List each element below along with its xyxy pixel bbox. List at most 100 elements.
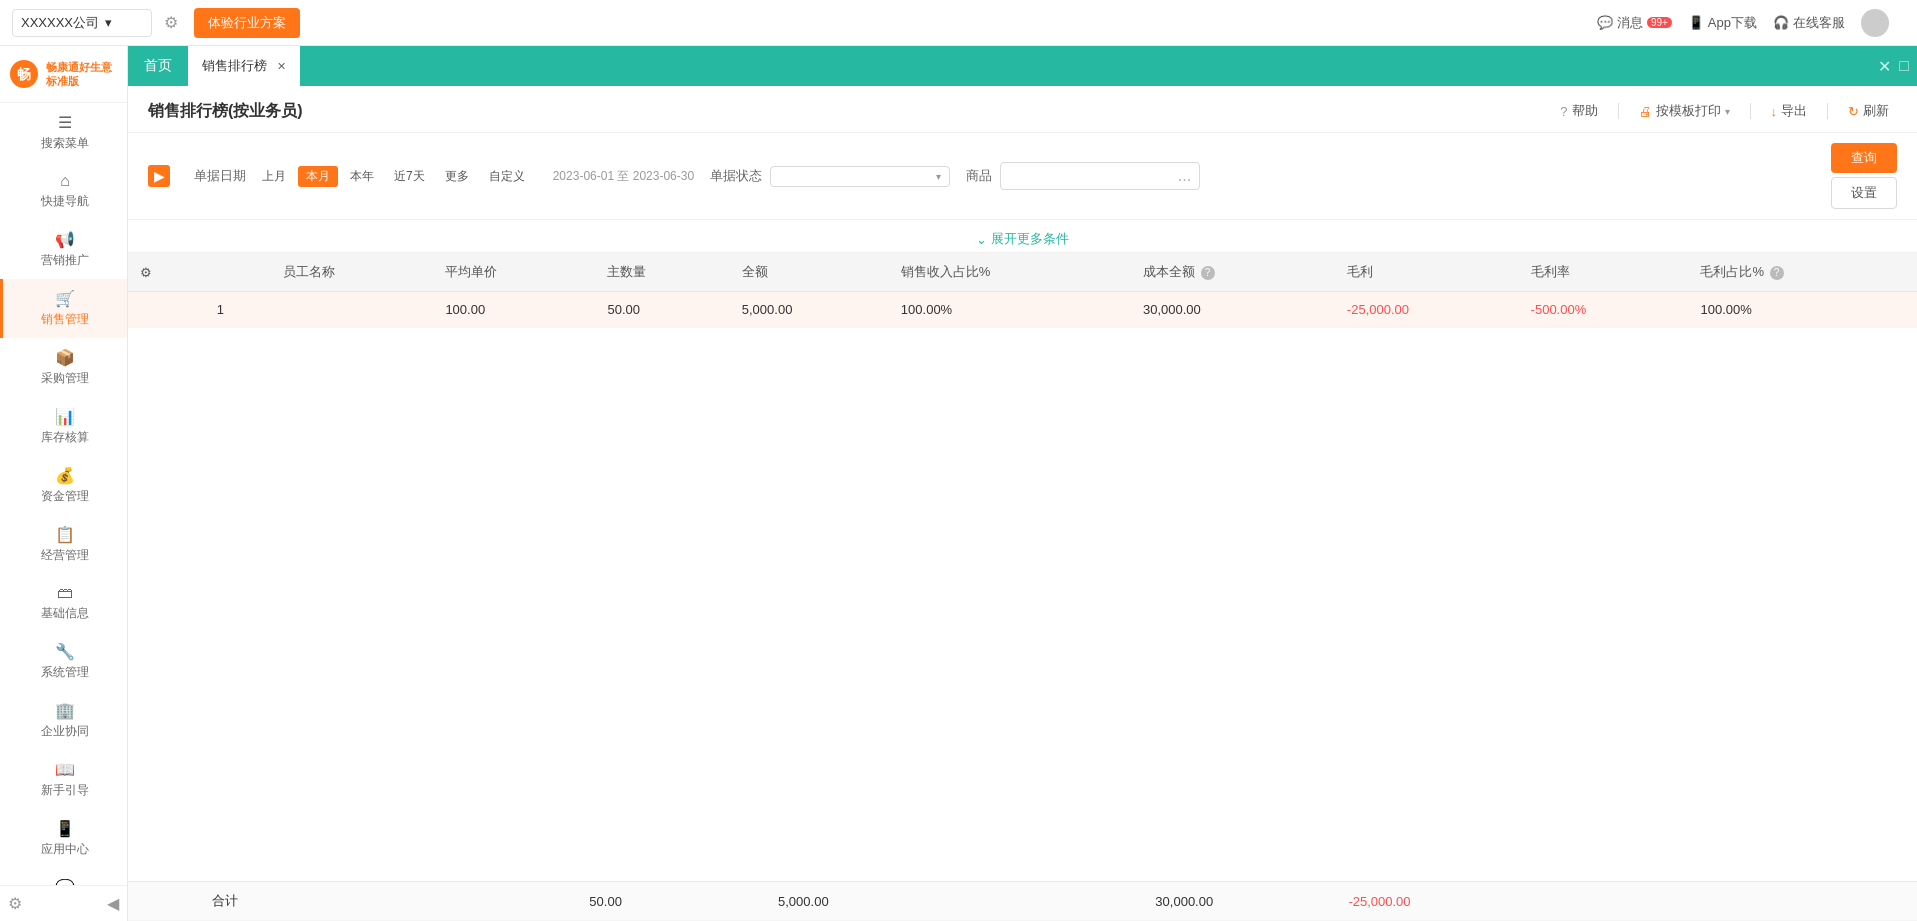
settings-bottom-icon[interactable]: ⚙ bbox=[8, 894, 22, 913]
nav-icon-finance: 💰 bbox=[55, 466, 75, 485]
data-table: ⚙ 员工名称 平均单价 主数量 全额 销售收入占比% 成本全额 ? bbox=[128, 253, 1917, 328]
cell-cost: 30,000.00 bbox=[1131, 292, 1335, 328]
total-profit-rate bbox=[1540, 882, 1729, 921]
online-service-button[interactable]: 🎧 在线客服 bbox=[1773, 14, 1845, 32]
sidebar-item-sales[interactable]: 🛒 销售管理 bbox=[0, 279, 127, 338]
online-service-label: 在线客服 bbox=[1793, 14, 1845, 32]
tab-sales-ranking[interactable]: 销售排行榜 ✕ bbox=[188, 46, 300, 86]
date-tab-custom[interactable]: 自定义 bbox=[481, 166, 533, 187]
date-tab-this-year[interactable]: 本年 bbox=[342, 166, 382, 187]
cell-rank: 1 bbox=[205, 292, 272, 328]
cell-profit: -25,000.00 bbox=[1335, 292, 1519, 328]
query-button[interactable]: 查询 bbox=[1831, 143, 1897, 173]
sidebar-item-purchase[interactable]: 📦采购管理 bbox=[0, 338, 127, 397]
sidebar-item-marketing[interactable]: 📢营销推广 bbox=[0, 220, 127, 279]
col-settings[interactable]: ⚙ bbox=[128, 253, 205, 292]
nav-icon-basic-info: 🗃 bbox=[57, 584, 73, 602]
nav-icon-wechat: 💬 bbox=[55, 878, 75, 885]
cell-sales-pct: 100.00% bbox=[889, 292, 1131, 328]
sidebar-item-wechat[interactable]: 💬企业微信 bbox=[0, 868, 127, 885]
refresh-icon: ↻ bbox=[1848, 104, 1859, 119]
help-button[interactable]: ? 帮助 bbox=[1552, 98, 1605, 124]
tab-label: 销售排行榜 bbox=[202, 57, 267, 75]
sidebar-item-finance[interactable]: 💰 资金管理 bbox=[0, 456, 127, 515]
date-tab-more[interactable]: 更多 bbox=[437, 166, 477, 187]
col-avg-price: 平均单价 bbox=[433, 253, 595, 292]
table-footer: 合计 50.00 5,000.00 30,000.00 -25,000.00 bbox=[128, 881, 1917, 921]
tab-close-icon[interactable]: ✕ bbox=[277, 60, 286, 73]
goods-input[interactable] bbox=[1009, 169, 1178, 184]
total-profit-pct bbox=[1728, 882, 1917, 921]
logo-text: 畅康通好生意 标准版 bbox=[46, 60, 112, 89]
print-button[interactable]: 🖨 按模板打印 ▾ bbox=[1631, 98, 1738, 124]
sidebar-bottom: ⚙ ◀ bbox=[0, 885, 127, 921]
col-quantity: 主数量 bbox=[595, 253, 729, 292]
sidebar-item-app-center[interactable]: 📱应用中心 bbox=[0, 809, 127, 868]
trial-button[interactable]: 体验行业方案 bbox=[194, 8, 300, 38]
sidebar-nav: ☰搜索菜单⌂快捷导航📢营销推广 🛒 销售管理 📦采购管理📊库存核算 💰 资金管理 📋经营管理… bbox=[0, 103, 127, 885]
sidebar-item-system[interactable]: 🔧 系统管理 bbox=[0, 632, 127, 691]
nav-icon-system: 🔧 bbox=[55, 642, 75, 661]
table-settings-icon[interactable]: ⚙ bbox=[140, 265, 152, 280]
table-body: 1 100.00 50.00 5,000.00 100.00% 30,000.0… bbox=[128, 292, 1917, 328]
export-button[interactable]: ↓ 导出 bbox=[1763, 98, 1816, 124]
top-bar-right: 💬 消息 99+ 📱 App下载 🎧 在线客服 bbox=[1597, 9, 1905, 37]
nav-icon-sales: 🛒 bbox=[55, 289, 75, 308]
filter-row: ▶ 单据日期 上月 本月 本年 近7天 更多 自定义 bbox=[148, 143, 1897, 209]
refresh-button[interactable]: ↻ 刷新 bbox=[1840, 98, 1897, 124]
status-select[interactable]: ▾ bbox=[770, 166, 950, 187]
expand-arrow-icon[interactable]: ▶ bbox=[148, 165, 170, 187]
company-selector[interactable]: XXXXXX公司 ▾ bbox=[12, 9, 152, 37]
sidebar-label-operations: 经营管理 bbox=[41, 547, 89, 564]
total-amount: 5,000.00 bbox=[766, 882, 955, 921]
cell-name bbox=[271, 292, 433, 328]
cell-settings bbox=[128, 292, 205, 328]
sidebar-item-inventory[interactable]: 📊库存核算 bbox=[0, 397, 127, 456]
goods-dots[interactable]: ... bbox=[1178, 167, 1191, 185]
window-max-icon[interactable]: □ bbox=[1899, 57, 1909, 75]
status-label: 单据状态 bbox=[710, 167, 762, 185]
expand-more-button[interactable]: ⌄ 展开更多条件 bbox=[976, 230, 1069, 248]
sidebar-item-guide[interactable]: 📖新手引导 bbox=[0, 750, 127, 809]
col-cost: 成本全额 ? bbox=[1131, 253, 1335, 292]
settings-button[interactable]: 设置 bbox=[1831, 177, 1897, 209]
sidebar-item-quick-nav[interactable]: ⌂快捷导航 bbox=[0, 162, 127, 220]
mobile-icon: 📱 bbox=[1688, 15, 1704, 30]
filter-buttons: 查询 设置 bbox=[1831, 143, 1897, 209]
date-label: 单据日期 bbox=[194, 167, 246, 185]
sidebar-label-finance: 资金管理 bbox=[41, 488, 89, 505]
sidebar-label-app-center: 应用中心 bbox=[41, 841, 89, 858]
profit-pct-tooltip-icon[interactable]: ? bbox=[1770, 266, 1784, 280]
sidebar-item-search[interactable]: ☰搜索菜单 bbox=[0, 103, 127, 162]
sidebar-label-quick-nav: 快捷导航 bbox=[41, 193, 89, 210]
app-download-button[interactable]: 📱 App下载 bbox=[1688, 14, 1757, 32]
company-name: XXXXXX公司 bbox=[21, 14, 99, 32]
sidebar-item-operations[interactable]: 📋经营管理 bbox=[0, 515, 127, 574]
sidebar-item-enterprise[interactable]: 🏢企业协同 bbox=[0, 691, 127, 750]
cost-tooltip-icon[interactable]: ? bbox=[1201, 266, 1215, 280]
date-tab-prev-month[interactable]: 上月 bbox=[254, 166, 294, 187]
cell-amount: 5,000.00 bbox=[730, 292, 889, 328]
page-header: 销售排行榜(按业务员) ? 帮助 🖨 按模板打印 ▾ bbox=[128, 86, 1917, 133]
date-tab-this-month[interactable]: 本月 bbox=[298, 166, 338, 187]
tab-bar: 首页 销售排行榜 ✕ ✕ □ bbox=[128, 46, 1917, 86]
date-range: 2023-06-01 至 2023-06-30 bbox=[553, 168, 694, 185]
window-close-icon[interactable]: ✕ bbox=[1878, 57, 1891, 76]
tab-home[interactable]: 首页 bbox=[128, 46, 188, 86]
total-avg-price bbox=[389, 882, 578, 921]
tab-right-actions: ✕ □ bbox=[1878, 57, 1917, 76]
settings-icon[interactable]: ⚙ bbox=[160, 9, 182, 36]
sidebar-label-guide: 新手引导 bbox=[41, 782, 89, 799]
col-profit-rate: 毛利率 bbox=[1519, 253, 1689, 292]
total-empty-2 bbox=[170, 882, 200, 921]
avatar[interactable] bbox=[1861, 9, 1889, 37]
sidebar-label-system: 系统管理 bbox=[41, 664, 89, 681]
cell-avg-price: 100.00 bbox=[433, 292, 595, 328]
date-tab-7days[interactable]: 近7天 bbox=[386, 166, 433, 187]
message-button[interactable]: 💬 消息 99+ bbox=[1597, 14, 1672, 32]
sidebar-label-sales: 销售管理 bbox=[41, 311, 89, 328]
collapse-icon[interactable]: ◀ bbox=[107, 894, 119, 913]
goods-label: 商品 bbox=[966, 167, 992, 185]
sidebar-item-basic-info[interactable]: 🗃基础信息 bbox=[0, 574, 127, 632]
sidebar-label-enterprise: 企业协同 bbox=[41, 723, 89, 740]
